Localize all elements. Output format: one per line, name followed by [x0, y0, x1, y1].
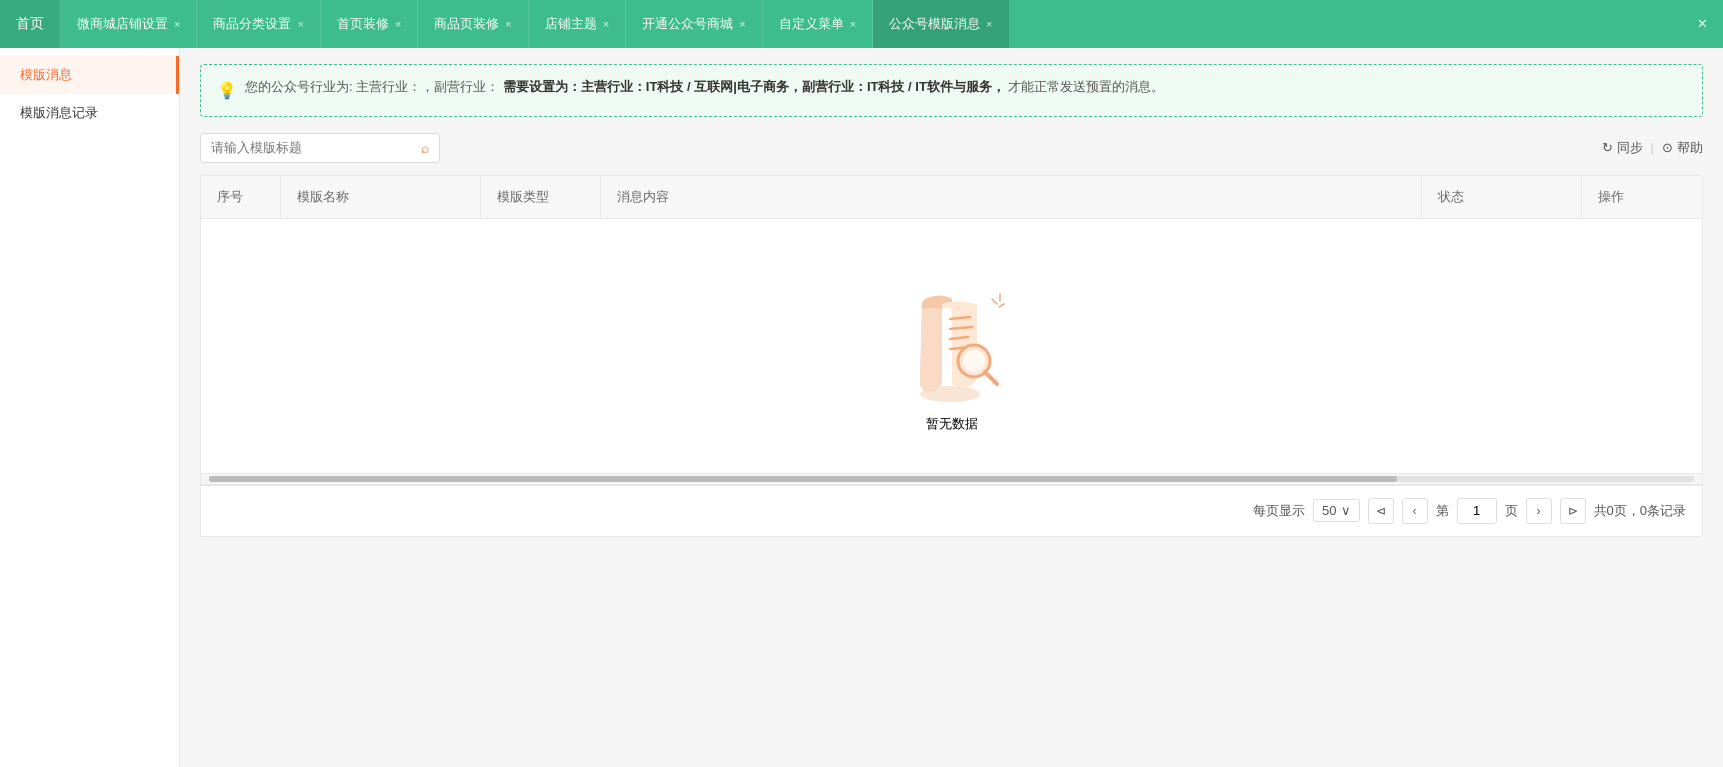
sync-label: 同步 [1617, 139, 1643, 157]
page-pre-label: 第 [1436, 502, 1449, 520]
nav-tab-open-mall[interactable]: 开通公众号商城 × [626, 0, 762, 48]
sync-icon: ↻ [1602, 140, 1613, 155]
page-size-value: 50 [1322, 503, 1336, 518]
product-decor-label: 商品页装修 [434, 15, 499, 33]
divider: | [1651, 140, 1654, 155]
notice-text: 您的公众号行业为: 主营行业：，副营行业： 需要设置为：主营行业：IT科技 / … [245, 77, 1164, 98]
next-page-button[interactable]: › [1526, 498, 1552, 524]
sidebar-template-msg-records-label: 模版消息记录 [20, 105, 98, 120]
scrollbar-thumb [209, 476, 1397, 482]
svg-line-7 [985, 372, 997, 384]
nav-tab-template-msg[interactable]: 公众号模版消息 × [873, 0, 1009, 48]
open-mall-label: 开通公众号商城 [642, 15, 733, 33]
page-size-label: 每页显示 [1253, 502, 1305, 520]
category-settings-label: 商品分类设置 [213, 15, 291, 33]
nav-tab-home-decor[interactable]: 首页装修 × [321, 0, 418, 48]
th-type: 模版类型 [481, 176, 601, 218]
custom-menu-label: 自定义菜单 [779, 15, 844, 33]
nav-tab-product-decor[interactable]: 商品页装修 × [418, 0, 528, 48]
sync-button[interactable]: ↻ 同步 [1602, 139, 1643, 157]
table-header: 序号 模版名称 模版类型 消息内容 状态 操作 [201, 176, 1702, 219]
table-container: 序号 模版名称 模版类型 消息内容 状态 操作 [200, 175, 1703, 537]
pagination: 每页显示 50 ∨ ⊲ ‹ 第 页 › ⊳ 共0页，0条记录 [201, 485, 1702, 536]
top-nav: 首页 微商城店铺设置 × 商品分类设置 × 首页装修 × 商品页装修 × 店铺主… [0, 0, 1723, 48]
sidebar-template-msg-label: 模版消息 [20, 67, 72, 82]
horizontal-scrollbar[interactable] [201, 473, 1702, 485]
page-size-chevron: ∨ [1341, 503, 1351, 518]
nav-tab-category-settings[interactable]: 商品分类设置 × [197, 0, 320, 48]
nav-tab-store-theme[interactable]: 店铺主题 × [529, 0, 626, 48]
search-button[interactable]: ⌕ [421, 140, 429, 156]
empty-illustration [892, 279, 1012, 399]
close-home-decor-icon[interactable]: × [395, 18, 401, 30]
search-input-container: ⌕ [200, 133, 440, 163]
notice-box: 💡 您的公众号行业为: 主营行业：，副营行业： 需要设置为：主营行业：IT科技 … [200, 64, 1703, 117]
search-actions: ↻ 同步 | ⊙ 帮助 [1602, 139, 1703, 157]
nav-tab-store-settings[interactable]: 微商城店铺设置 × [61, 0, 197, 48]
notice-highlight: 需要设置为：主营行业：IT科技 / 互联网|电子商务，副营行业：IT科技 / I… [503, 79, 1005, 94]
th-status: 状态 [1422, 176, 1582, 218]
svg-line-8 [992, 299, 997, 304]
last-page-button[interactable]: ⊳ [1560, 498, 1586, 524]
search-input[interactable] [211, 140, 415, 155]
prev-page-button[interactable]: ‹ [1402, 498, 1428, 524]
main-content: 💡 您的公众号行业为: 主营行业：，副营行业： 需要设置为：主营行业：IT科技 … [180, 48, 1723, 767]
empty-svg [892, 279, 1012, 409]
home-decor-label: 首页装修 [337, 15, 389, 33]
page-post-label: 页 [1505, 502, 1518, 520]
notice-suffix: 才能正常发送预置的消息。 [1008, 79, 1164, 94]
layout: 模版消息 模版消息记录 💡 您的公众号行业为: 主营行业：，副营行业： 需要设置… [0, 48, 1723, 767]
sidebar-item-template-msg[interactable]: 模版消息 [0, 56, 179, 94]
scrollbar-track [209, 476, 1694, 482]
notice-icon: 💡 [217, 78, 237, 104]
store-settings-label: 微商城店铺设置 [77, 15, 168, 33]
notice-prefix: 您的公众号行业为: 主营行业：，副营行业： [245, 79, 499, 94]
help-icon: ⊙ [1662, 140, 1673, 155]
close-store-theme-icon[interactable]: × [603, 18, 609, 30]
search-bar: ⌕ ↻ 同步 | ⊙ 帮助 [200, 133, 1703, 163]
home-label: 首页 [16, 15, 44, 33]
help-button[interactable]: ⊙ 帮助 [1662, 139, 1703, 157]
th-name: 模版名称 [281, 176, 481, 218]
help-label: 帮助 [1677, 139, 1703, 157]
svg-line-10 [999, 304, 1004, 307]
template-msg-label: 公众号模版消息 [889, 15, 980, 33]
nav-tab-custom-menu[interactable]: 自定义菜单 × [763, 0, 873, 48]
th-seq: 序号 [201, 176, 281, 218]
close-custom-menu-icon[interactable]: × [850, 18, 856, 30]
empty-state: 暂无数据 [201, 219, 1702, 473]
close-product-decor-icon[interactable]: × [505, 18, 511, 30]
page-number-input[interactable] [1457, 498, 1497, 524]
close-all-button[interactable]: × [1682, 15, 1723, 33]
page-size-select[interactable]: 50 ∨ [1313, 499, 1359, 522]
close-category-settings-icon[interactable]: × [297, 18, 303, 30]
first-page-button[interactable]: ⊲ [1368, 498, 1394, 524]
sidebar-item-template-msg-records[interactable]: 模版消息记录 [0, 94, 179, 132]
sidebar: 模版消息 模版消息记录 [0, 48, 180, 767]
empty-text: 暂无数据 [926, 415, 978, 433]
store-theme-label: 店铺主题 [545, 15, 597, 33]
nav-tab-home[interactable]: 首页 [0, 0, 61, 48]
svg-point-6 [963, 350, 985, 372]
th-action: 操作 [1582, 176, 1702, 218]
total-label: 共0页，0条记录 [1594, 502, 1686, 520]
close-store-settings-icon[interactable]: × [174, 18, 180, 30]
close-open-mall-icon[interactable]: × [739, 18, 745, 30]
th-content: 消息内容 [601, 176, 1422, 218]
close-template-msg-icon[interactable]: × [986, 18, 992, 30]
